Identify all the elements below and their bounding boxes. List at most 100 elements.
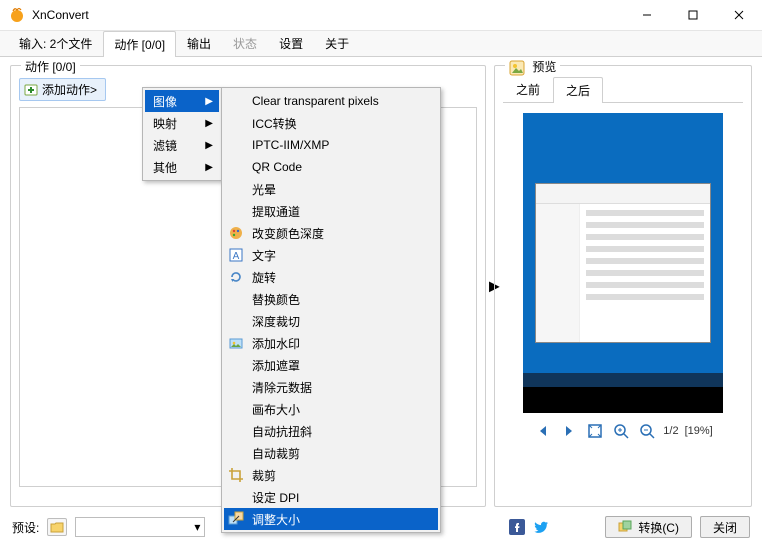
convert-button[interactable]: 转换(C) [605, 516, 692, 538]
close-button[interactable] [716, 0, 762, 30]
image-menu-item-label: 添加水印 [252, 335, 300, 352]
image-menu-item-label: 清除元数据 [252, 379, 312, 396]
image-menu-item[interactable]: Clear transparent pixels [224, 90, 438, 112]
image-menu-item-label: 改变颜色深度 [252, 225, 324, 242]
blank-icon [228, 313, 244, 329]
image-menu-item-label: ICC转换 [252, 115, 297, 132]
image-menu-item[interactable]: 添加水印 [224, 332, 438, 354]
tab-actions[interactable]: 动作 [0/0] [103, 31, 176, 57]
app-icon [8, 6, 26, 24]
blank-icon [228, 115, 244, 131]
image-menu-item-label: IPTC-IIM/XMP [252, 138, 329, 152]
menu-item-image[interactable]: 图像▶ [145, 90, 219, 112]
preview-tabs: 之前 之后 [503, 76, 743, 103]
blank-icon [228, 203, 244, 219]
image-menu-item-label: Clear transparent pixels [252, 94, 379, 108]
zoom-out-button[interactable] [637, 421, 657, 441]
menu-item-map[interactable]: 映射▶ [145, 112, 219, 134]
image-menu-item[interactable]: 自动裁剪 [224, 442, 438, 464]
convert-icon [618, 520, 632, 534]
content-area: 动作 [0/0] 添加动作> 图像▶ 映射▶ 滤镜▶ 其他▶ [0, 57, 762, 507]
image-menu-item[interactable]: 深度裁切 [224, 310, 438, 332]
image-menu-item-label: QR Code [252, 160, 302, 174]
image-menu-item[interactable]: 添加遮罩 [224, 354, 438, 376]
preview-toolbar: 1/2 [19%] [503, 421, 743, 441]
blank-icon [228, 489, 244, 505]
preview-image [523, 113, 723, 413]
image-menu-item[interactable]: 裁剪 [224, 464, 438, 486]
blank-icon [228, 137, 244, 153]
blank-icon [228, 291, 244, 307]
preview-tab-after[interactable]: 之后 [553, 77, 603, 103]
blank-icon [228, 423, 244, 439]
add-action-button[interactable]: 添加动作> [19, 78, 106, 101]
preset-folder-button[interactable] [47, 518, 67, 536]
blank-icon [228, 93, 244, 109]
submenu-arrow-icon: ▶ [205, 118, 213, 129]
tab-settings[interactable]: 设置 [268, 30, 314, 56]
image-submenu: Clear transparent pixels ICC转换 IPTC-IIM/XM… [221, 87, 441, 533]
crop-icon [228, 467, 244, 483]
facebook-icon[interactable] [509, 519, 525, 535]
menu-item-filter[interactable]: 滤镜▶ [145, 134, 219, 156]
blank-icon [228, 445, 244, 461]
image-menu-item[interactable]: 清除元数据 [224, 376, 438, 398]
image-menu-item[interactable]: ICC转换 [224, 112, 438, 134]
prev-page-button[interactable] [533, 421, 553, 441]
image-menu-item-label: 裁剪 [252, 467, 276, 484]
close-bottom-button[interactable]: 关闭 [700, 516, 750, 538]
preset-combo[interactable]: ▾ [75, 517, 205, 537]
image-menu-item-label: 添加遮罩 [252, 357, 300, 374]
image-menu-item[interactable]: 改变颜色深度 [224, 222, 438, 244]
image-menu-item[interactable]: IPTC-IIM/XMP [224, 134, 438, 156]
resize-icon [228, 511, 244, 527]
folder-icon [50, 521, 64, 533]
submenu-arrow-icon: ▶ [205, 140, 213, 151]
image-menu-item[interactable]: QR Code [224, 156, 438, 178]
twitter-icon[interactable] [533, 519, 549, 535]
rotate-icon [228, 269, 244, 285]
image-menu-item[interactable]: A文字 [224, 244, 438, 266]
image-menu-item-label: 设定 DPI [252, 489, 299, 506]
add-action-menu: 图像▶ 映射▶ 滤镜▶ 其他▶ [142, 87, 222, 181]
actions-group-title: 动作 [0/0] [21, 58, 80, 75]
text-icon: A [228, 247, 244, 263]
image-menu-item-label: 旋转 [252, 269, 276, 286]
preview-tab-before[interactable]: 之前 [503, 76, 553, 102]
submenu-arrow-icon: ▶ [205, 162, 213, 173]
image-menu-item-label: 自动抗扭斜 [252, 423, 312, 440]
tab-about[interactable]: 关于 [314, 30, 360, 56]
image-menu-item[interactable]: 光晕 [224, 178, 438, 200]
maximize-button[interactable] [670, 0, 716, 30]
preview-group-title: 预览 [505, 58, 560, 76]
preview-icon [509, 60, 525, 76]
fit-button[interactable] [585, 421, 605, 441]
actions-panel: 动作 [0/0] 添加动作> 图像▶ 映射▶ 滤镜▶ 其他▶ [10, 65, 486, 507]
menu-item-other[interactable]: 其他▶ [145, 156, 219, 178]
blank-icon [228, 159, 244, 175]
tab-output[interactable]: 输出 [176, 30, 222, 56]
preview-zoom-info: [19%] [685, 425, 713, 437]
minimize-button[interactable] [624, 0, 670, 30]
title-bar: XnConvert [0, 0, 762, 30]
image-menu-item[interactable]: 旋转 [224, 266, 438, 288]
window-title: XnConvert [32, 8, 624, 22]
image-menu-item[interactable]: 提取通道 [224, 200, 438, 222]
preview-page-info: 1/2 [663, 425, 678, 437]
svg-text:A: A [233, 251, 240, 262]
tab-status: 状态 [222, 30, 268, 56]
next-page-button[interactable] [559, 421, 579, 441]
blank-icon [228, 401, 244, 417]
main-tabs: 输入: 2个文件 动作 [0/0] 输出 状态 设置 关于 [0, 31, 762, 57]
image-menu-item[interactable]: 替换颜色 [224, 288, 438, 310]
add-action-label: 添加动作> [42, 81, 97, 98]
tab-input[interactable]: 输入: 2个文件 [8, 30, 103, 56]
image-menu-item[interactable]: 调整大小 [224, 508, 438, 530]
image-menu-item[interactable]: 设定 DPI [224, 486, 438, 508]
image-menu-item[interactable]: 画布大小 [224, 398, 438, 420]
image-menu-item[interactable]: 自动抗扭斜 [224, 420, 438, 442]
image-menu-item-label: 深度裁切 [252, 313, 300, 330]
zoom-in-button[interactable] [611, 421, 631, 441]
blank-icon [228, 357, 244, 373]
image-menu-item-label: 自动裁剪 [252, 445, 300, 462]
